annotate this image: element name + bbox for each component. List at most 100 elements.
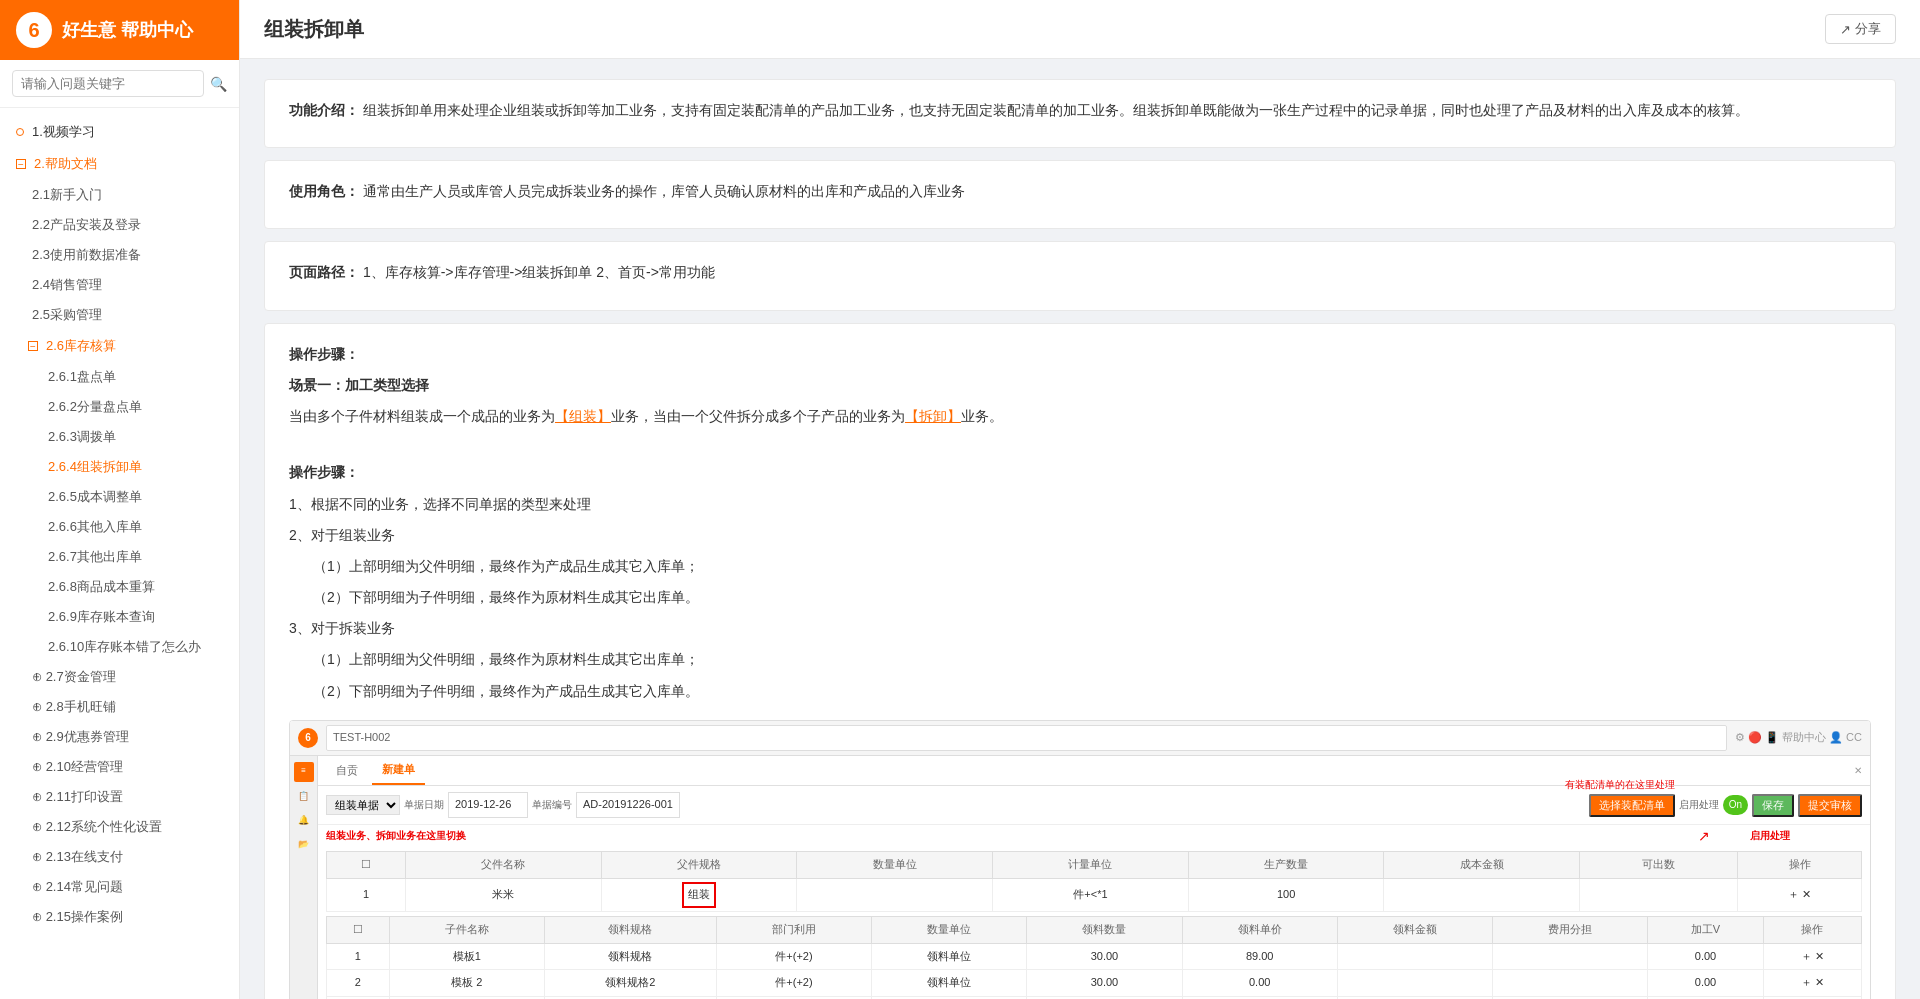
sidebar-item-print[interactable]: ⊕ 2.11打印设置	[0, 782, 239, 812]
th2-amount: 领料金额	[1337, 916, 1492, 943]
ss-toolbar-left: 组装单据 拆卸单据 单据日期 2019-12-26 单据编号 AD-201912…	[326, 792, 680, 818]
ss-upper-table: ☐ 父件名称 父件规格 数量单位 计量单位 生产数量 成本金额 可出数	[318, 847, 1870, 916]
sidebar-item-purchase[interactable]: 2.5采购管理	[0, 300, 239, 330]
td-qty-val: 100	[1188, 879, 1384, 912]
td-avail-val	[1580, 879, 1738, 912]
sidebar: 6 好生意 帮助中心 🔍 1.视频学习 − 2.帮助文档 2.1新手入门 2.2…	[0, 0, 240, 999]
main-content: 组装拆卸单 ↗ 分享 功能介绍： 组装拆卸单用来处理企业组装或拆卸等加工业务，支…	[240, 0, 1920, 999]
ss-annotation2: 组装业务、拆卸业务在这里切换	[326, 827, 466, 845]
expand-dot: ⊕	[32, 669, 46, 684]
sidebar-item-2610[interactable]: 2.6.10库存账本错了怎么办	[0, 632, 239, 662]
sidebar-item-mobile[interactable]: ⊕ 2.8手机旺铺	[0, 692, 239, 722]
ss-id-label: 单据编号	[532, 796, 572, 814]
nav-tree: 1.视频学习 − 2.帮助文档 2.1新手入门 2.2产品安装及登录 2.3使用…	[0, 108, 239, 999]
nav-label: 2.帮助文档	[34, 155, 97, 173]
search-box: 🔍	[0, 60, 239, 108]
th-parent-name: 父件名称	[405, 852, 601, 879]
ss-annotation3: 启用处理	[1750, 827, 1790, 845]
ss-select-bom-btn[interactable]: 选择装配清单	[1589, 794, 1675, 817]
sidebar-item-install[interactable]: 2.2产品安装及登录	[0, 210, 239, 240]
sidebar-item-268[interactable]: 2.6.8商品成本重算	[0, 572, 239, 602]
th-parent-spec: 父件规格	[601, 852, 797, 879]
sidebar-item-ops[interactable]: ⊕ 2.10经营管理	[0, 752, 239, 782]
th-qty: 生产数量	[1188, 852, 1384, 879]
sidebar-item-pay[interactable]: ⊕ 2.13在线支付	[0, 842, 239, 872]
step2-sub1: （1）上部明细为父件明细，最终作为产成品生成其它入库单；	[313, 554, 1871, 579]
sidebar-item-video[interactable]: 1.视频学习	[0, 116, 239, 148]
sidebar-item-269[interactable]: 2.6.9库存账本查询	[0, 602, 239, 632]
ops-label: 操作步骤：	[289, 342, 1871, 367]
main-header: 组装拆卸单 ↗ 分享	[240, 0, 1920, 59]
step3-sub1: （1）上部明细为父件明细，最终作为原材料生成其它出库单；	[313, 647, 1871, 672]
logo-icon: 6	[16, 12, 52, 48]
search-icon[interactable]: 🔍	[210, 76, 227, 92]
sidebar-item-266[interactable]: 2.6.6其他入库单	[0, 512, 239, 542]
expand-icon	[16, 128, 24, 136]
sidebar-item-263[interactable]: 2.6.3调拨单	[0, 422, 239, 452]
role-card: 使用角色： 通常由生产人员或库管人员完成拆装业务的操作，库管人员确认原材料的出库…	[264, 160, 1896, 229]
ss-logo-icon: 6	[298, 728, 318, 748]
collapse-icon: −	[28, 341, 38, 351]
td-cost-val	[1384, 879, 1580, 912]
sidebar-item-data[interactable]: 2.3使用前数据准备	[0, 240, 239, 270]
ss-type-select[interactable]: 组装单据 拆卸单据	[326, 795, 400, 815]
expand-dot: ⊕	[32, 729, 46, 744]
step1: 1、根据不同的业务，选择不同单据的类型来处理	[289, 492, 1871, 517]
role-text: 使用角色： 通常由生产人员或库管人员完成拆装业务的操作，库管人员确认原材料的出库…	[289, 179, 1871, 204]
ss-annotation-row: 组装业务、拆卸业务在这里切换 ↗ 启用处理	[318, 825, 1870, 847]
ss-annotation1: 有装配清单的在这里处理	[1565, 776, 1675, 794]
ss-url-bar: TEST-H002	[326, 725, 1727, 751]
ss-side-icon3: 🔔	[290, 808, 317, 832]
sidebar-item-inventory[interactable]: − 2.6库存核算	[0, 330, 239, 362]
sidebar-item-264[interactable]: 2.6.4组装拆卸单	[0, 452, 239, 482]
search-input[interactable]	[12, 70, 204, 97]
ss-side-icon2: 📋	[290, 784, 317, 808]
th2-share: 费用分担	[1493, 916, 1648, 943]
sidebar-item-coupon[interactable]: ⊕ 2.9优惠券管理	[0, 722, 239, 752]
sidebar-item-262[interactable]: 2.6.2分量盘点单	[0, 392, 239, 422]
ss-arrow2: ↗	[1698, 824, 1710, 849]
table-row: 1 米米 组装 件+<*1 100 ＋ ✕	[327, 879, 1862, 912]
td-op: ＋ ✕	[1738, 879, 1862, 912]
ss-submit-btn[interactable]: 提交审核	[1798, 794, 1862, 817]
sidebar-item-newbie[interactable]: 2.1新手入门	[0, 180, 239, 210]
th-cost: 成本金额	[1384, 852, 1580, 879]
sidebar-item-finance[interactable]: ⊕ 2.7资金管理	[0, 662, 239, 692]
scenario1-desc: 当由多个子件材料组装成一个成品的业务为【组装】业务，当由一个父件拆分成多个子产品…	[289, 404, 1871, 429]
share-icon: ↗	[1840, 22, 1851, 37]
sidebar-item-cases[interactable]: ⊕ 2.15操作案例	[0, 902, 239, 932]
ss-toolbar-right: 有装配清单的在这里处理 选择装配清单 启用处理 On 保存 提交审核	[1589, 794, 1862, 817]
expand-dot: ⊕	[32, 909, 46, 924]
sidebar-item-custom[interactable]: ⊕ 2.12系统个性化设置	[0, 812, 239, 842]
ss-lower-table: ☐ 子件名称 领料规格 部门利用 数量单位 领料数量 领料单价 领料金额	[318, 916, 1870, 999]
sidebar-item-265[interactable]: 2.6.5成本调整单	[0, 482, 239, 512]
scenario1-label: 场景一：加工类型选择	[289, 373, 1871, 398]
role-label: 使用角色：	[289, 183, 359, 199]
td-spec-redbox: 组装	[682, 882, 716, 908]
th2-unit: 数量单位	[872, 916, 1027, 943]
expand-dot: ⊕	[32, 759, 46, 774]
sidebar-item-267[interactable]: 2.6.7其他出库单	[0, 542, 239, 572]
ss-tab-home[interactable]: 自贡	[326, 757, 368, 785]
path-card: 页面路径： 1、库存核算->库存管理->组装拆卸单 2、首页->常用功能	[264, 241, 1896, 310]
th2-child-name: 子件名称	[389, 916, 544, 943]
td-num: 1	[327, 879, 406, 912]
th2-price: 领料单价	[1182, 916, 1337, 943]
share-button[interactable]: ↗ 分享	[1825, 14, 1896, 44]
ss-id-field: AD-20191226-001	[576, 792, 680, 818]
expand-dot: ⊕	[32, 789, 46, 804]
sidebar-item-faq[interactable]: ⊕ 2.14常见问题	[0, 872, 239, 902]
th-unit: 数量单位	[797, 852, 993, 879]
sidebar-item-docs[interactable]: − 2.帮助文档	[0, 148, 239, 180]
ss-save-btn[interactable]: 保存	[1752, 794, 1794, 817]
ss-tab-new[interactable]: 新建单	[372, 756, 425, 786]
ss-switch-on[interactable]: On	[1723, 795, 1748, 815]
sidebar-item-sales[interactable]: 2.4销售管理	[0, 270, 239, 300]
nav-label: 1.视频学习	[32, 123, 95, 141]
link-disassembly[interactable]: 【拆卸】	[905, 408, 961, 424]
ops-card: 操作步骤： 场景一：加工类型选择 当由多个子件材料组装成一个成品的业务为【组装】…	[264, 323, 1896, 999]
screenshot-inner: 6 TEST-H002 ⚙ 🔴 📱 帮助中心 👤 CC ≡ 📋 🔔 📂	[290, 721, 1870, 999]
ss-tab-close[interactable]: ✕	[1854, 762, 1862, 780]
sidebar-item-261[interactable]: 2.6.1盘点单	[0, 362, 239, 392]
link-assembly[interactable]: 【组装】	[555, 408, 611, 424]
